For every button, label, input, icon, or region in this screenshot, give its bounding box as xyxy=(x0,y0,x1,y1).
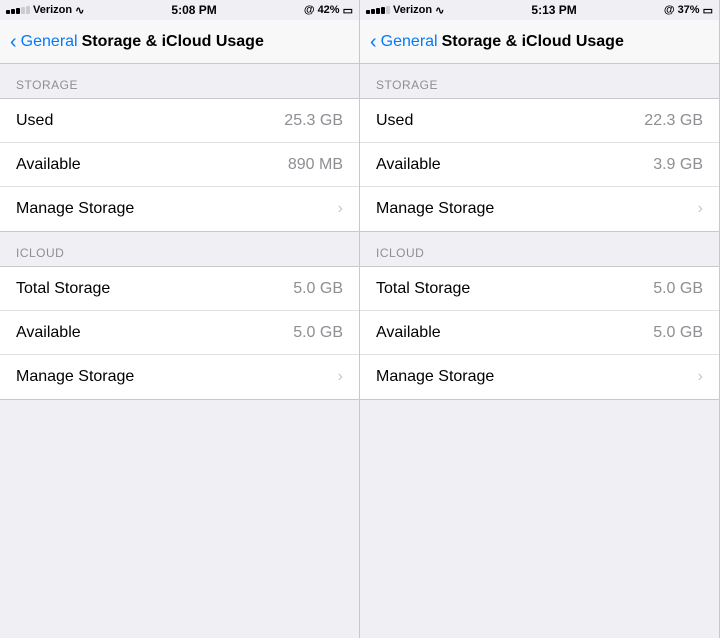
storage-used-value-left: 25.3 GB xyxy=(284,112,343,130)
storage-available-row-right: Available 3.9 GB xyxy=(360,143,719,187)
storage-used-value-right: 22.3 GB xyxy=(644,112,703,130)
dot3 xyxy=(16,8,20,14)
wifi-icon-right: ∿ xyxy=(435,4,444,17)
back-chevron-left: ‹ xyxy=(10,32,17,52)
battery-icon-right: ▭ xyxy=(703,4,713,17)
back-chevron-right: ‹ xyxy=(370,32,377,52)
rdot1 xyxy=(366,10,370,14)
storage-table-left: Used 25.3 GB Available 890 MB Manage Sto… xyxy=(0,98,359,232)
icloud-total-row-right: Total Storage 5.0 GB xyxy=(360,267,719,311)
status-left-right: Verizon ∿ xyxy=(366,4,444,17)
manage-storage-label-right: Manage Storage xyxy=(376,200,494,218)
icloud-manage-row-left[interactable]: Manage Storage › xyxy=(0,355,359,399)
icloud-section-header-left: ICLOUD xyxy=(0,232,359,266)
storage-available-label-left: Available xyxy=(16,156,81,174)
storage-available-row-left: Available 890 MB xyxy=(0,143,359,187)
storage-section-header-left: STORAGE xyxy=(0,64,359,98)
dot5 xyxy=(26,6,30,14)
signal-dots-right xyxy=(366,6,390,14)
nav-title-right: Storage & iCloud Usage xyxy=(442,33,624,51)
icloud-manage-chevron-right: › xyxy=(698,368,703,386)
battery-pct-left: 42% xyxy=(318,4,340,16)
icloud-manage-label-right: Manage Storage xyxy=(376,368,494,386)
at-sign-right: @ xyxy=(664,4,675,16)
icloud-manage-right-left: › xyxy=(332,368,343,386)
back-button-right[interactable]: ‹ General xyxy=(370,32,438,52)
manage-storage-right-left: › xyxy=(332,200,343,218)
rdot2 xyxy=(371,9,375,14)
nav-bar-right: ‹ General Storage & iCloud Usage xyxy=(360,20,719,64)
storage-used-row-left: Used 25.3 GB xyxy=(0,99,359,143)
status-bar-left: Verizon ∿ 5:08 PM @ 42% ▭ xyxy=(0,0,359,20)
battery-icon-left: ▭ xyxy=(343,4,353,17)
content-right: STORAGE Used 22.3 GB Available 3.9 GB Ma… xyxy=(360,64,719,638)
content-left: STORAGE Used 25.3 GB Available 890 MB Ma… xyxy=(0,64,359,638)
dot2 xyxy=(11,9,15,14)
dot1 xyxy=(6,10,10,14)
icloud-manage-right-right: › xyxy=(692,368,703,386)
icloud-table-left: Total Storage 5.0 GB Available 5.0 GB Ma… xyxy=(0,266,359,400)
icloud-available-value-left: 5.0 GB xyxy=(293,324,343,342)
rdot3 xyxy=(376,8,380,14)
icloud-total-value-left: 5.0 GB xyxy=(293,280,343,298)
manage-storage-row-left[interactable]: Manage Storage › xyxy=(0,187,359,231)
carrier-left: Verizon xyxy=(33,4,72,16)
storage-section-header-right: STORAGE xyxy=(360,64,719,98)
back-text-left: General xyxy=(21,33,78,51)
right-panel: Verizon ∿ 5:13 PM @ 37% ▭ ‹ General Stor… xyxy=(360,0,720,638)
carrier-right: Verizon xyxy=(393,4,432,16)
icloud-available-row-left: Available 5.0 GB xyxy=(0,311,359,355)
storage-available-value-right: 3.9 GB xyxy=(653,156,703,174)
manage-storage-chevron-right: › xyxy=(698,200,703,218)
rdot4 xyxy=(381,7,385,14)
wifi-icon-left: ∿ xyxy=(75,4,84,17)
at-sign-left: @ xyxy=(304,4,315,16)
nav-bar-left: ‹ General Storage & iCloud Usage xyxy=(0,20,359,64)
icloud-total-label-left: Total Storage xyxy=(16,280,110,298)
icloud-available-label-right: Available xyxy=(376,324,441,342)
storage-available-label-right: Available xyxy=(376,156,441,174)
dot4 xyxy=(21,7,25,14)
storage-used-row-right: Used 22.3 GB xyxy=(360,99,719,143)
storage-table-right: Used 22.3 GB Available 3.9 GB Manage Sto… xyxy=(360,98,719,232)
icloud-available-value-right: 5.0 GB xyxy=(653,324,703,342)
icloud-total-label-right: Total Storage xyxy=(376,280,470,298)
manage-storage-label-left: Manage Storage xyxy=(16,200,134,218)
time-left: 5:08 PM xyxy=(171,3,216,17)
icloud-section-header-right: ICLOUD xyxy=(360,232,719,266)
icloud-total-value-right: 5.0 GB xyxy=(653,280,703,298)
status-left: Verizon ∿ xyxy=(6,4,84,17)
back-button-left[interactable]: ‹ General xyxy=(10,32,78,52)
left-panel: Verizon ∿ 5:08 PM @ 42% ▭ ‹ General Stor… xyxy=(0,0,360,638)
icloud-manage-row-right[interactable]: Manage Storage › xyxy=(360,355,719,399)
status-right-right: @ 37% ▭ xyxy=(664,4,713,17)
status-bar-right: Verizon ∿ 5:13 PM @ 37% ▭ xyxy=(360,0,719,20)
manage-storage-right-right: › xyxy=(692,200,703,218)
rdot5 xyxy=(386,6,390,14)
signal-dots xyxy=(6,6,30,14)
battery-pct-right: 37% xyxy=(678,4,700,16)
storage-used-label-left: Used xyxy=(16,112,53,130)
manage-storage-chevron-left: › xyxy=(338,200,343,218)
icloud-total-row-left: Total Storage 5.0 GB xyxy=(0,267,359,311)
icloud-manage-chevron-left: › xyxy=(338,368,343,386)
icloud-manage-label-left: Manage Storage xyxy=(16,368,134,386)
manage-storage-row-right[interactable]: Manage Storage › xyxy=(360,187,719,231)
storage-available-value-left: 890 MB xyxy=(288,156,343,174)
back-text-right: General xyxy=(381,33,438,51)
icloud-table-right: Total Storage 5.0 GB Available 5.0 GB Ma… xyxy=(360,266,719,400)
nav-title-left: Storage & iCloud Usage xyxy=(82,33,264,51)
storage-used-label-right: Used xyxy=(376,112,413,130)
icloud-available-row-right: Available 5.0 GB xyxy=(360,311,719,355)
icloud-available-label-left: Available xyxy=(16,324,81,342)
time-right: 5:13 PM xyxy=(531,3,576,17)
status-right-left: @ 42% ▭ xyxy=(304,4,353,17)
